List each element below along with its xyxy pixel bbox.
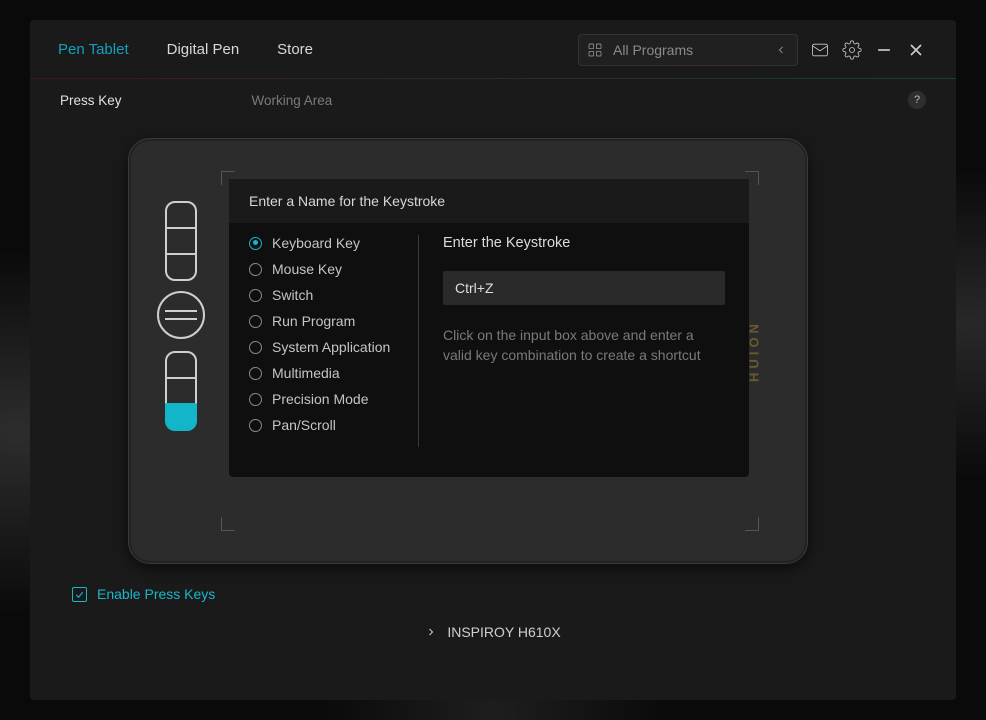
option-label: Multimedia: [272, 365, 340, 381]
crop-corner-bl: [221, 517, 235, 531]
radio-icon: [249, 367, 262, 380]
dialog-right-panel: Enter the Keystroke Click on the input b…: [419, 235, 749, 477]
press-key-2[interactable]: [165, 227, 197, 255]
keystroke-input[interactable]: [443, 271, 725, 305]
option-switch[interactable]: Switch: [249, 287, 398, 303]
press-key-1[interactable]: [165, 201, 197, 229]
option-label: Switch: [272, 287, 313, 303]
settings-button[interactable]: [842, 40, 862, 60]
press-key-column: [159, 201, 203, 429]
keystroke-dialog: Enter a Name for the Keystroke Keyboard …: [229, 179, 749, 477]
option-label: Pan/Scroll: [272, 417, 336, 433]
press-key-4[interactable]: [165, 351, 197, 379]
program-switcher[interactable]: All Programs: [578, 34, 798, 66]
radio-icon: [249, 237, 262, 250]
top-bar: Pen Tablet Digital Pen Store All Program…: [30, 20, 956, 80]
keystroke-title: Enter the Keystroke: [443, 235, 725, 251]
device-selector[interactable]: INSPIROY H610X: [30, 624, 956, 640]
chevron-right-icon: [425, 626, 437, 638]
radio-icon: [249, 289, 262, 302]
press-key-6[interactable]: [165, 403, 197, 431]
keystroke-hint: Click on the input box above and enter a…: [443, 325, 725, 366]
option-precision-mode[interactable]: Precision Mode: [249, 391, 398, 407]
option-label: Mouse Key: [272, 261, 342, 277]
radio-icon: [249, 419, 262, 432]
close-button[interactable]: [906, 40, 926, 60]
mail-button[interactable]: [810, 40, 830, 60]
dialog-title: Enter a Name for the Keystroke: [229, 179, 749, 223]
minimize-button[interactable]: [874, 40, 894, 60]
press-key-3[interactable]: [165, 253, 197, 281]
tab-digital-pen[interactable]: Digital Pen: [167, 41, 240, 58]
mail-icon: [810, 40, 830, 60]
press-key-5[interactable]: [165, 377, 197, 405]
option-keyboard-key[interactable]: Keyboard Key: [249, 235, 398, 251]
option-label: Precision Mode: [272, 391, 369, 407]
device-name: INSPIROY H610X: [447, 624, 560, 640]
dial-wheel[interactable]: [157, 291, 205, 339]
option-pan-scroll[interactable]: Pan/Scroll: [249, 417, 398, 433]
radio-icon: [249, 263, 262, 276]
radio-icon: [249, 341, 262, 354]
chevron-left-icon: [775, 44, 787, 56]
option-label: Keyboard Key: [272, 235, 360, 251]
option-label: System Application: [272, 339, 390, 355]
option-label: Run Program: [272, 313, 355, 329]
help-button[interactable]: ?: [908, 91, 926, 109]
radio-icon: [249, 393, 262, 406]
program-switcher-label: All Programs: [613, 42, 765, 58]
gear-icon: [842, 40, 862, 60]
tab-pen-tablet[interactable]: Pen Tablet: [58, 41, 129, 58]
crop-corner-br: [745, 517, 759, 531]
option-multimedia[interactable]: Multimedia: [249, 365, 398, 381]
option-system-application[interactable]: System Application: [249, 339, 398, 355]
radio-icon: [249, 315, 262, 328]
app-grid-icon: [587, 42, 603, 58]
close-icon: [906, 40, 926, 60]
app-window: Pen Tablet Digital Pen Store All Program…: [30, 20, 956, 700]
main-tabs: Pen Tablet Digital Pen Store: [58, 41, 313, 58]
minimize-icon: [874, 40, 894, 60]
enable-press-keys-label: Enable Press Keys: [97, 586, 215, 602]
tab-store[interactable]: Store: [277, 41, 313, 58]
subtab-press-key[interactable]: Press Key: [60, 93, 122, 108]
option-list: Keyboard Key Mouse Key Switch Run Progra…: [229, 235, 419, 447]
option-run-program[interactable]: Run Program: [249, 313, 398, 329]
subtab-working-area[interactable]: Working Area: [252, 93, 333, 108]
checkbox-icon: [72, 587, 87, 602]
enable-press-keys-checkbox[interactable]: Enable Press Keys: [72, 586, 215, 602]
tablet-surface: HUION Enter a Name for the Keystroke Key…: [128, 138, 808, 564]
option-mouse-key[interactable]: Mouse Key: [249, 261, 398, 277]
sub-tab-bar: Press Key Working Area ?: [30, 80, 956, 120]
